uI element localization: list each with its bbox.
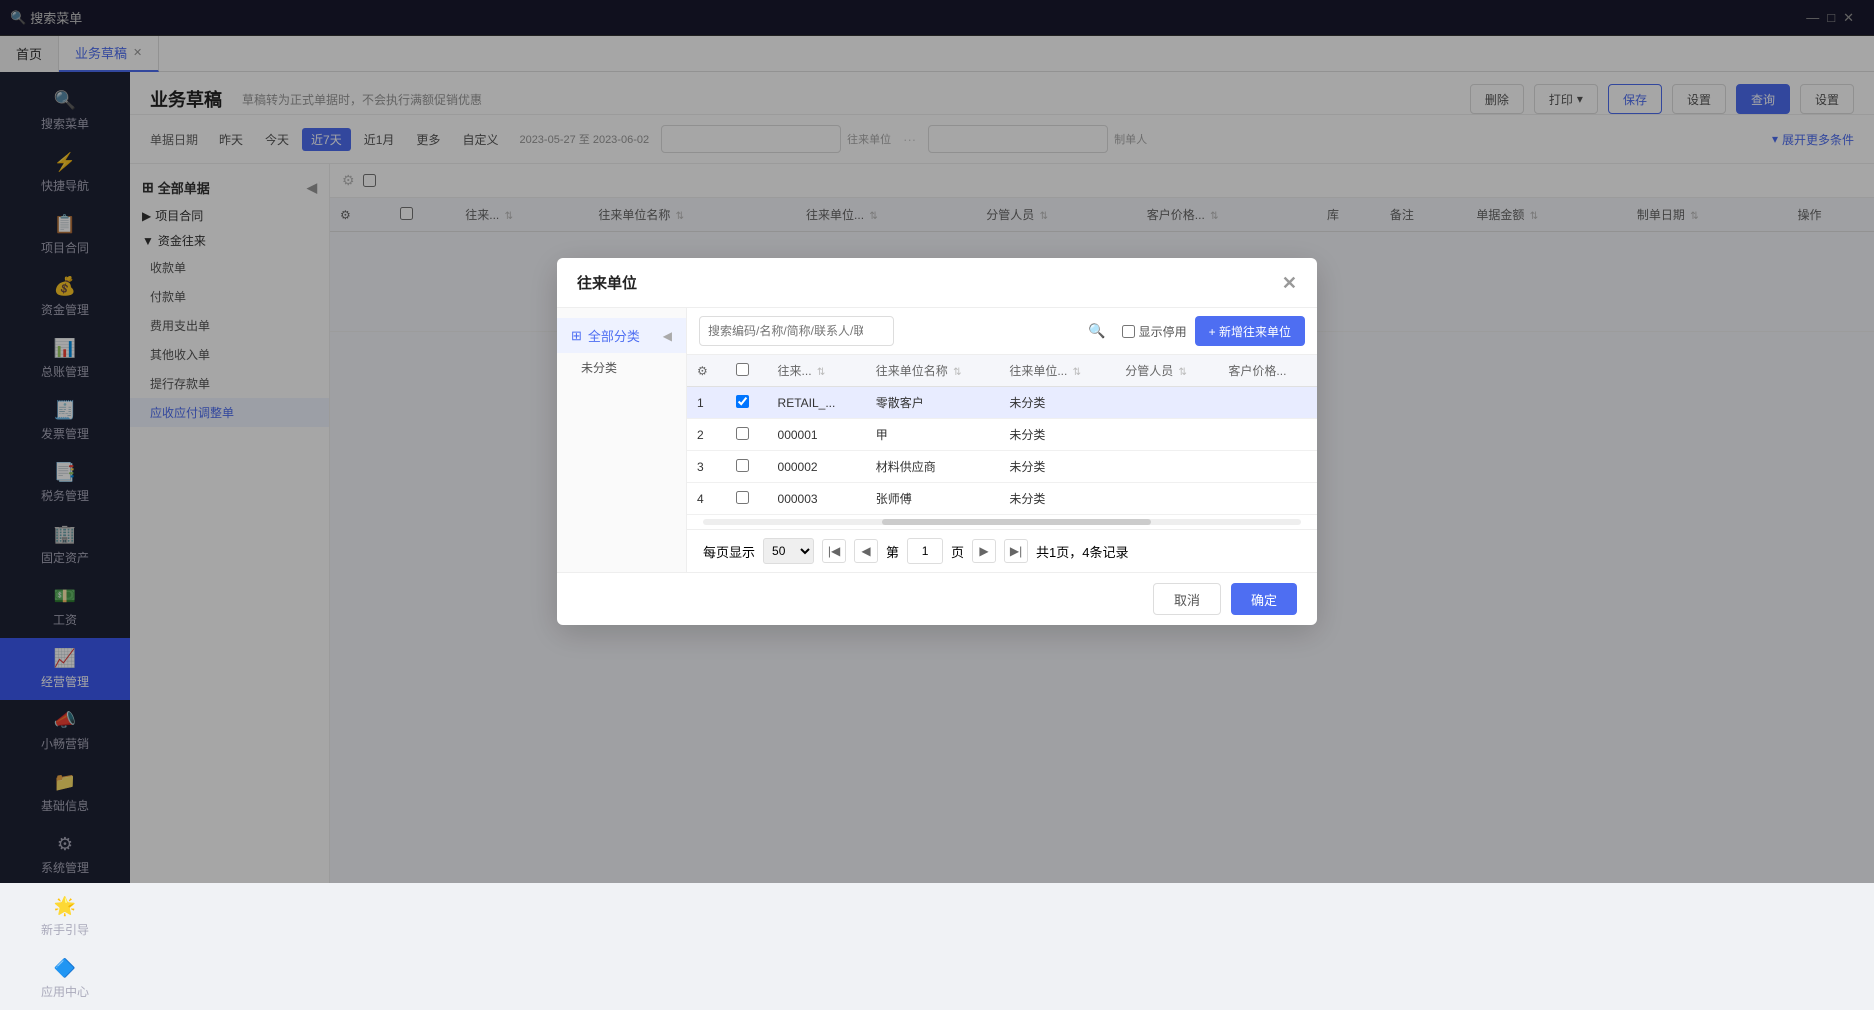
dcol-settings[interactable]: ⚙	[687, 355, 726, 387]
partner-dialog: 往来单位 ✕ ⊞ 全部分类 ◀ 未分类 🔍	[557, 258, 1317, 625]
dialog-close-button[interactable]: ✕	[1282, 274, 1297, 292]
confirm-button[interactable]: 确定	[1231, 583, 1297, 615]
row-price	[1218, 419, 1317, 451]
row-name: 零散客户	[866, 387, 1000, 419]
dialog-actions: 取消 确定	[557, 572, 1317, 625]
dcol-category: 往来单位... ⇅	[999, 355, 1115, 387]
row-category: 未分类	[999, 483, 1115, 515]
dialog-toolbar: 🔍 显示停用 + 新增往来单位	[687, 308, 1317, 355]
dialog-all-label: 全部分类	[588, 326, 640, 345]
table-row[interactable]: 1 RETAIL_... 零散客户 未分类	[687, 387, 1317, 419]
page-size-label: 每页显示	[703, 542, 755, 561]
dcol-check[interactable]	[726, 355, 768, 387]
dcol-manager: 分管人员 ⇅	[1115, 355, 1218, 387]
search-icon[interactable]: 🔍	[1088, 323, 1105, 340]
appstore-icon: 🔷	[54, 958, 76, 979]
dialog-select-all[interactable]	[736, 363, 749, 376]
dcol-name: 往来单位名称 ⇅	[866, 355, 1000, 387]
page-label: 页	[951, 542, 964, 561]
scrollbar-thumb[interactable]	[882, 519, 1151, 525]
last-page-button[interactable]: ▶|	[1004, 539, 1028, 563]
horizontal-scrollbar[interactable]	[703, 519, 1301, 525]
dialog-category-sidebar: ⊞ 全部分类 ◀ 未分类	[557, 308, 687, 572]
row-name: 张师傅	[866, 483, 1000, 515]
dialog-title: 往来单位	[577, 272, 637, 293]
page-num-label: 第	[886, 542, 899, 561]
row-code: 000003	[768, 483, 866, 515]
row-price	[1218, 387, 1317, 419]
dialog-search-wrap: 🔍	[699, 316, 1114, 346]
sidebar-item-appstore[interactable]: 🔷 应用中心	[0, 948, 130, 1010]
row-manager	[1115, 451, 1218, 483]
row-price	[1218, 483, 1317, 515]
table-row[interactable]: 2 000001 甲 未分类	[687, 419, 1317, 451]
prev-page-button[interactable]: ◀	[854, 539, 878, 563]
cancel-button[interactable]: 取消	[1153, 583, 1221, 615]
row-checkbox[interactable]	[736, 395, 749, 408]
row-checkbox[interactable]	[736, 459, 749, 472]
page-input[interactable]	[907, 538, 943, 564]
modal-overlay: 往来单位 ✕ ⊞ 全部分类 ◀ 未分类 🔍	[0, 0, 1874, 883]
sidebar-label-newbie: 新手引导	[41, 921, 89, 938]
total-info: 共1页，4条记录	[1036, 542, 1128, 561]
collapse-left-icon[interactable]: ◀	[663, 329, 672, 343]
next-page-button[interactable]: ▶	[972, 539, 996, 563]
row-manager	[1115, 387, 1218, 419]
dialog-table-wrap: ⚙ 往来... ⇅ 往来单位名称 ⇅ 往来单位... ⇅ 分管人员 ⇅ 客户价格…	[687, 355, 1317, 515]
dialog-main-content: 🔍 显示停用 + 新增往来单位 ⚙	[687, 308, 1317, 572]
row-manager	[1115, 419, 1218, 451]
row-num: 1	[687, 387, 726, 419]
row-num: 2	[687, 419, 726, 451]
dialog-search-input[interactable]	[699, 316, 894, 346]
show-disabled-label[interactable]: 显示停用	[1122, 323, 1187, 340]
row-code: 000001	[768, 419, 866, 451]
dcol-price: 客户价格...	[1218, 355, 1317, 387]
dialog-body: ⊞ 全部分类 ◀ 未分类 🔍 显示停用	[557, 308, 1317, 572]
row-manager	[1115, 483, 1218, 515]
sidebar-item-newbie[interactable]: 🌟 新手引导	[0, 886, 130, 948]
row-checkbox[interactable]	[736, 491, 749, 504]
row-code: RETAIL_...	[768, 387, 866, 419]
dialog-pagination: 每页显示 50 20 100 |◀ ◀ 第 页 ▶ ▶| 共1页，4条记录	[687, 529, 1317, 572]
row-checkbox[interactable]	[736, 427, 749, 440]
add-partner-label: + 新增往来单位	[1209, 323, 1291, 340]
row-category: 未分类	[999, 387, 1115, 419]
page-size-select[interactable]: 50 20 100	[763, 538, 814, 564]
dialog-table: ⚙ 往来... ⇅ 往来单位名称 ⇅ 往来单位... ⇅ 分管人员 ⇅ 客户价格…	[687, 355, 1317, 515]
row-category: 未分类	[999, 451, 1115, 483]
row-name: 材料供应商	[866, 451, 1000, 483]
row-code: 000002	[768, 451, 866, 483]
sidebar-label-appstore: 应用中心	[41, 983, 89, 1000]
show-disabled-checkbox[interactable]	[1122, 325, 1135, 338]
dialog-sidebar-unclassified[interactable]: 未分类	[557, 353, 686, 382]
table-row[interactable]: 3 000002 材料供应商 未分类	[687, 451, 1317, 483]
row-num: 3	[687, 451, 726, 483]
newbie-icon: 🌟	[54, 896, 76, 917]
dialog-header: 往来单位 ✕	[557, 258, 1317, 308]
dcol-code: 往来... ⇅	[768, 355, 866, 387]
show-disabled-text: 显示停用	[1139, 323, 1187, 340]
table-row[interactable]: 4 000003 张师傅 未分类	[687, 483, 1317, 515]
row-price	[1218, 451, 1317, 483]
first-page-button[interactable]: |◀	[822, 539, 846, 563]
add-partner-button[interactable]: + 新增往来单位	[1195, 316, 1305, 346]
row-category: 未分类	[999, 419, 1115, 451]
row-name: 甲	[866, 419, 1000, 451]
grid-icon: ⊞	[571, 328, 582, 344]
row-num: 4	[687, 483, 726, 515]
dialog-sidebar-all[interactable]: ⊞ 全部分类 ◀	[557, 318, 686, 353]
